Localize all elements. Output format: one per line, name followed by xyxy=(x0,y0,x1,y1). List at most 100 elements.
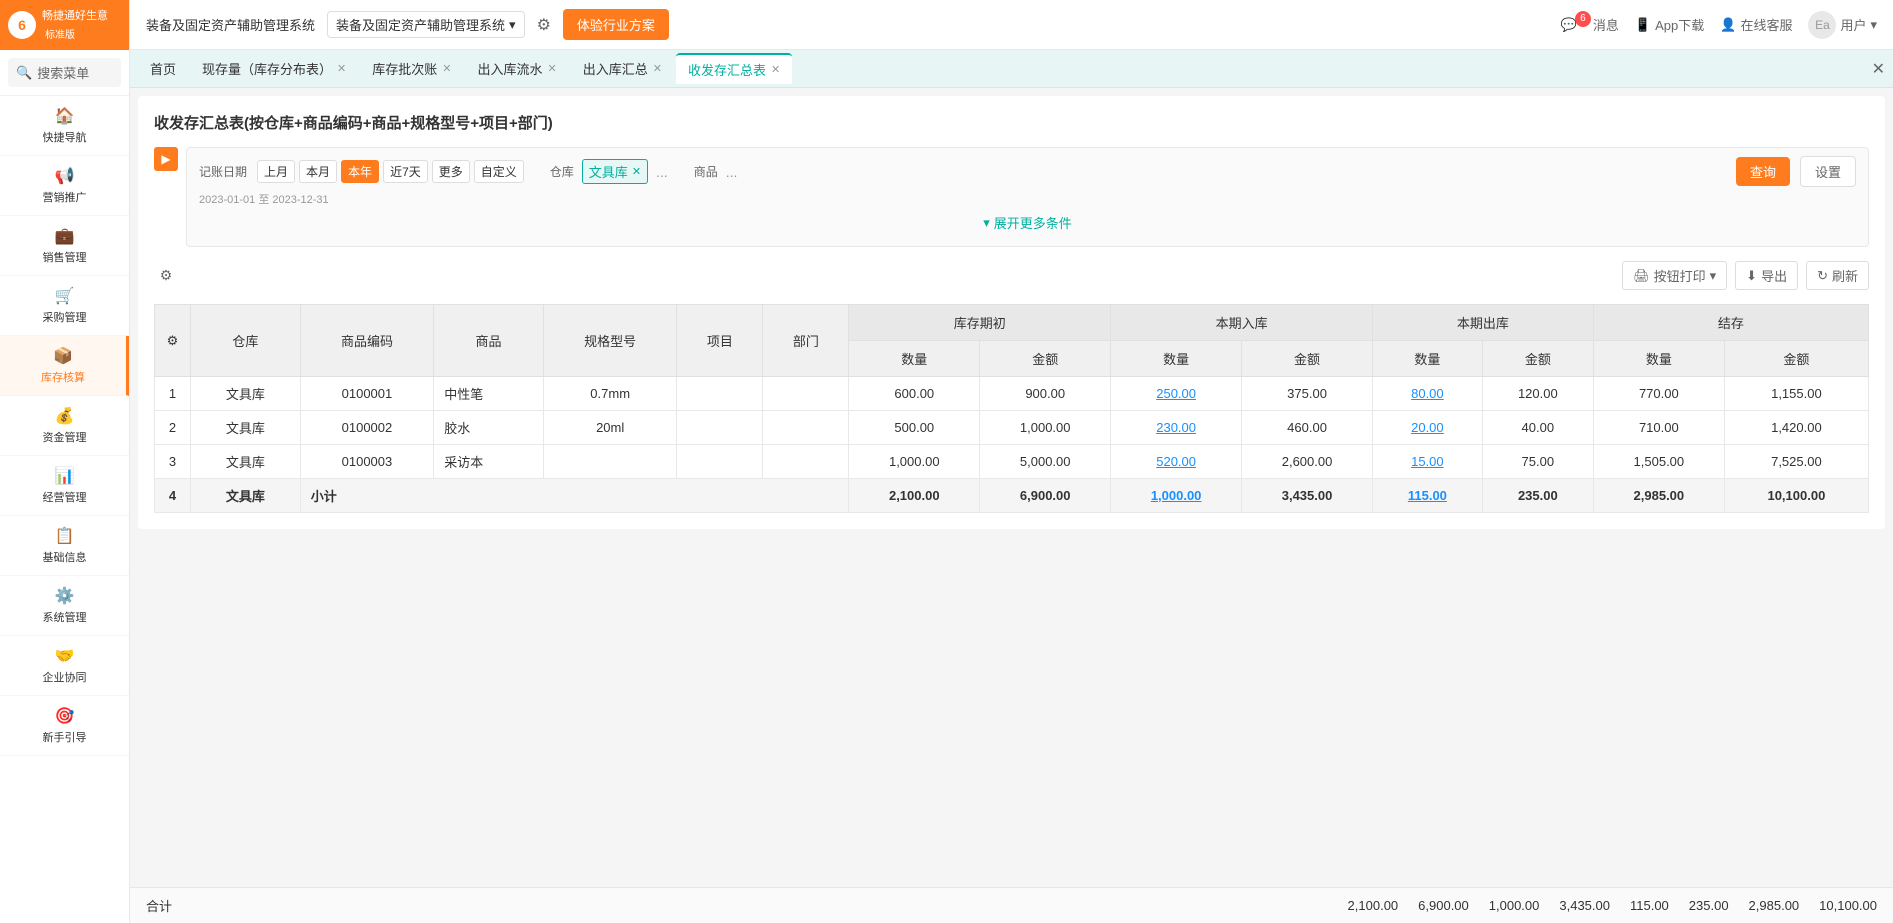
sidebar-item-basic[interactable]: 📋 基础信息 xyxy=(0,516,129,576)
cell-in-qty-0[interactable]: 250.00 xyxy=(1111,377,1242,411)
refresh-label: 刷新 xyxy=(1832,266,1858,285)
user-label: 用户 xyxy=(1840,15,1866,34)
tab-close-inout-flow[interactable]: ✕ xyxy=(548,62,557,75)
cell-name-0: 中性笔 xyxy=(434,377,544,411)
sidebar-logo: 6 畅捷通好生意 标准版 xyxy=(0,0,129,50)
sidebar-item-marketing[interactable]: 📢营销推广 xyxy=(0,156,129,216)
avatar: Ea xyxy=(1808,11,1836,39)
quicknav-icon: 🏠 xyxy=(55,106,75,126)
sidebar-item-finance[interactable]: 💰资金管理 xyxy=(0,396,129,456)
logo-icon: 6 xyxy=(8,11,36,39)
tab-label-batch: 库存批次账 xyxy=(372,59,437,78)
system-select[interactable]: 装备及固定资产辅助管理系统 ▾ xyxy=(327,11,525,38)
cell-out-qty-0[interactable]: 80.00 xyxy=(1373,377,1483,411)
sidebar-item-system[interactable]: ⚙️系统管理 xyxy=(0,576,129,636)
tab-close-batch[interactable]: ✕ xyxy=(442,62,451,75)
cell-sub-in-amt: 3,435.00 xyxy=(1242,479,1373,513)
trial-button[interactable]: 体验行业方案 xyxy=(563,9,669,40)
refresh-icon: ↻ xyxy=(1817,268,1828,284)
cell-in-qty-1[interactable]: 230.00 xyxy=(1111,411,1242,445)
table-toolbar: ⚙ 🖨 按钮打印 ▾ ⬇ 导出 ↻ 刷新 xyxy=(154,255,1869,296)
th-opening-group: 库存期初 xyxy=(849,305,1111,341)
date-btn-custom[interactable]: 自定义 xyxy=(474,160,524,183)
cell-sub-out-qty[interactable]: 115.00 xyxy=(1373,479,1483,513)
search-icon: 🔍 xyxy=(16,65,32,81)
print-chevron: ▾ xyxy=(1710,268,1717,284)
export-button[interactable]: ⬇ 导出 xyxy=(1735,261,1798,290)
tab-inout-summary[interactable]: 出入库汇总✕ xyxy=(571,54,674,83)
date-btn-more[interactable]: 更多 xyxy=(432,160,470,183)
app-download-icon: 📱 xyxy=(1635,17,1651,33)
goods-more-icon[interactable]: ... xyxy=(726,164,738,180)
tab-home[interactable]: 首页 xyxy=(138,54,188,83)
tab-batch[interactable]: 库存批次账 ✕ xyxy=(360,54,463,83)
date-btn-7days[interactable]: 近7天 xyxy=(383,160,428,183)
tab-close-collect-summary[interactable]: ✕ xyxy=(771,63,780,76)
sidebar-item-operation[interactable]: 📊经营管理 xyxy=(0,456,129,516)
sidebar-item-enterprise[interactable]: 🤝企业协同 xyxy=(0,636,129,696)
chevron-down-icon: ▾ xyxy=(509,17,516,33)
cell-in-amt-0: 375.00 xyxy=(1242,377,1373,411)
content-inner: 收发存汇总表(按仓库+商品编码+商品+规格型号+项目+部门) ▶ 记账日期 上月… xyxy=(138,96,1885,529)
sidebar-item-purchase[interactable]: 🛒 采购管理 xyxy=(0,276,129,336)
main-area: 装备及固定资产辅助管理系统 装备及固定资产辅助管理系统 ▾ ⚙ 体验行业方案 💬… xyxy=(130,0,1893,923)
cell-out-qty-2[interactable]: 15.00 xyxy=(1373,445,1483,479)
tab-close-inout-summary[interactable]: ✕ xyxy=(653,62,662,75)
print-label: 按钮打印 xyxy=(1654,266,1706,285)
settings-icon[interactable]: ⚙ xyxy=(537,15,551,35)
sidebar-item-guide[interactable]: 🎯新手引导 xyxy=(0,696,129,756)
online-service-action[interactable]: 👤 在线客服 xyxy=(1720,15,1792,34)
sidebar-item-quicknav[interactable]: 🏠快捷导航 xyxy=(0,96,129,156)
warehouse-more-icon[interactable]: ... xyxy=(656,164,668,180)
cell-project-0 xyxy=(677,377,763,411)
date-filter-buttons: 上月 本月 本年 近7天 更多 自定义 xyxy=(257,160,524,183)
filter-toggle-btn[interactable]: ▶ xyxy=(154,147,178,171)
message-action[interactable]: 💬 6 消息 xyxy=(1561,15,1619,34)
user-menu[interactable]: Ea 用户 ▾ xyxy=(1808,11,1877,39)
table-row: 1 文具库 0100001 中性笔 0.7mm 600.00 900.00 25… xyxy=(155,377,1869,411)
sidebar-item-inventory[interactable]: 📦库存核算 xyxy=(0,336,129,396)
cell-out-qty-1[interactable]: 20.00 xyxy=(1373,411,1483,445)
warehouse-tag-close[interactable]: ✕ xyxy=(632,165,641,178)
cell-sub-in-qty[interactable]: 1,000.00 xyxy=(1111,479,1242,513)
cell-opening-qty-1: 500.00 xyxy=(849,411,980,445)
query-button[interactable]: 查询 xyxy=(1736,157,1790,186)
expand-conditions-btn[interactable]: ▾ 展开更多条件 xyxy=(199,207,1856,238)
tab-inventory-dist[interactable]: 现存量（库存分布表）✕ xyxy=(190,54,358,83)
cell-dept-2 xyxy=(763,445,849,479)
sidebar-item-label-basic: 基础信息 xyxy=(43,549,87,565)
cell-in-qty-2[interactable]: 520.00 xyxy=(1111,445,1242,479)
content-area: 收发存汇总表(按仓库+商品编码+商品+规格型号+项目+部门) ▶ 记账日期 上月… xyxy=(130,88,1893,887)
cell-dept-0 xyxy=(763,377,849,411)
app-download-action[interactable]: 📱 App下载 xyxy=(1635,15,1704,34)
tabbar-close-icon[interactable]: ✕ xyxy=(1872,59,1885,79)
topbar: 装备及固定资产辅助管理系统 装备及固定资产辅助管理系统 ▾ ⚙ 体验行业方案 💬… xyxy=(130,0,1893,50)
search-menu-button[interactable]: 🔍 搜索菜单 xyxy=(8,58,121,87)
sidebar: 6 畅捷通好生意 标准版 🔍 搜索菜单 🏠快捷导航📢营销推广💼销售管理 🛒 采购管理… xyxy=(0,0,130,923)
tab-inout-flow[interactable]: 出入库流水✕ xyxy=(465,54,568,83)
total-out-qty: 115.00 xyxy=(1630,898,1669,913)
export-label: 导出 xyxy=(1761,266,1787,285)
sidebar-item-label-purchase: 采购管理 xyxy=(43,309,87,325)
date-btn-last-month[interactable]: 上月 xyxy=(257,160,295,183)
cell-no-1: 2 xyxy=(155,411,191,445)
tab-collect-summary[interactable]: 收发存汇总表✕ xyxy=(676,53,792,84)
date-btn-this-month[interactable]: 本月 xyxy=(299,160,337,183)
cell-sub-balance-qty: 2,985.00 xyxy=(1593,479,1724,513)
gear-settings-icon[interactable]: ⚙ xyxy=(154,264,178,288)
setting-button[interactable]: 设置 xyxy=(1800,156,1856,187)
basic-icon: 📋 xyxy=(55,526,75,546)
cell-spec-0: 0.7mm xyxy=(543,377,676,411)
purchase-icon: 🛒 xyxy=(55,286,75,306)
cell-sub-warehouse: 文具库 xyxy=(191,479,301,513)
print-icon: 🖨 xyxy=(1633,268,1650,284)
goods-filter-label: 商品 xyxy=(694,163,718,180)
print-button[interactable]: 🖨 按钮打印 ▾ xyxy=(1622,261,1727,290)
sidebar-item-sales[interactable]: 💼销售管理 xyxy=(0,216,129,276)
date-btn-this-year[interactable]: 本年 xyxy=(341,160,379,183)
tab-close-inventory-dist[interactable]: ✕ xyxy=(337,62,346,75)
cell-sub-out-amt: 235.00 xyxy=(1482,479,1593,513)
warehouse-filter-tag[interactable]: 文具库 ✕ xyxy=(582,159,648,184)
cell-in-amt-2: 2,600.00 xyxy=(1242,445,1373,479)
refresh-button[interactable]: ↻ 刷新 xyxy=(1806,261,1869,290)
